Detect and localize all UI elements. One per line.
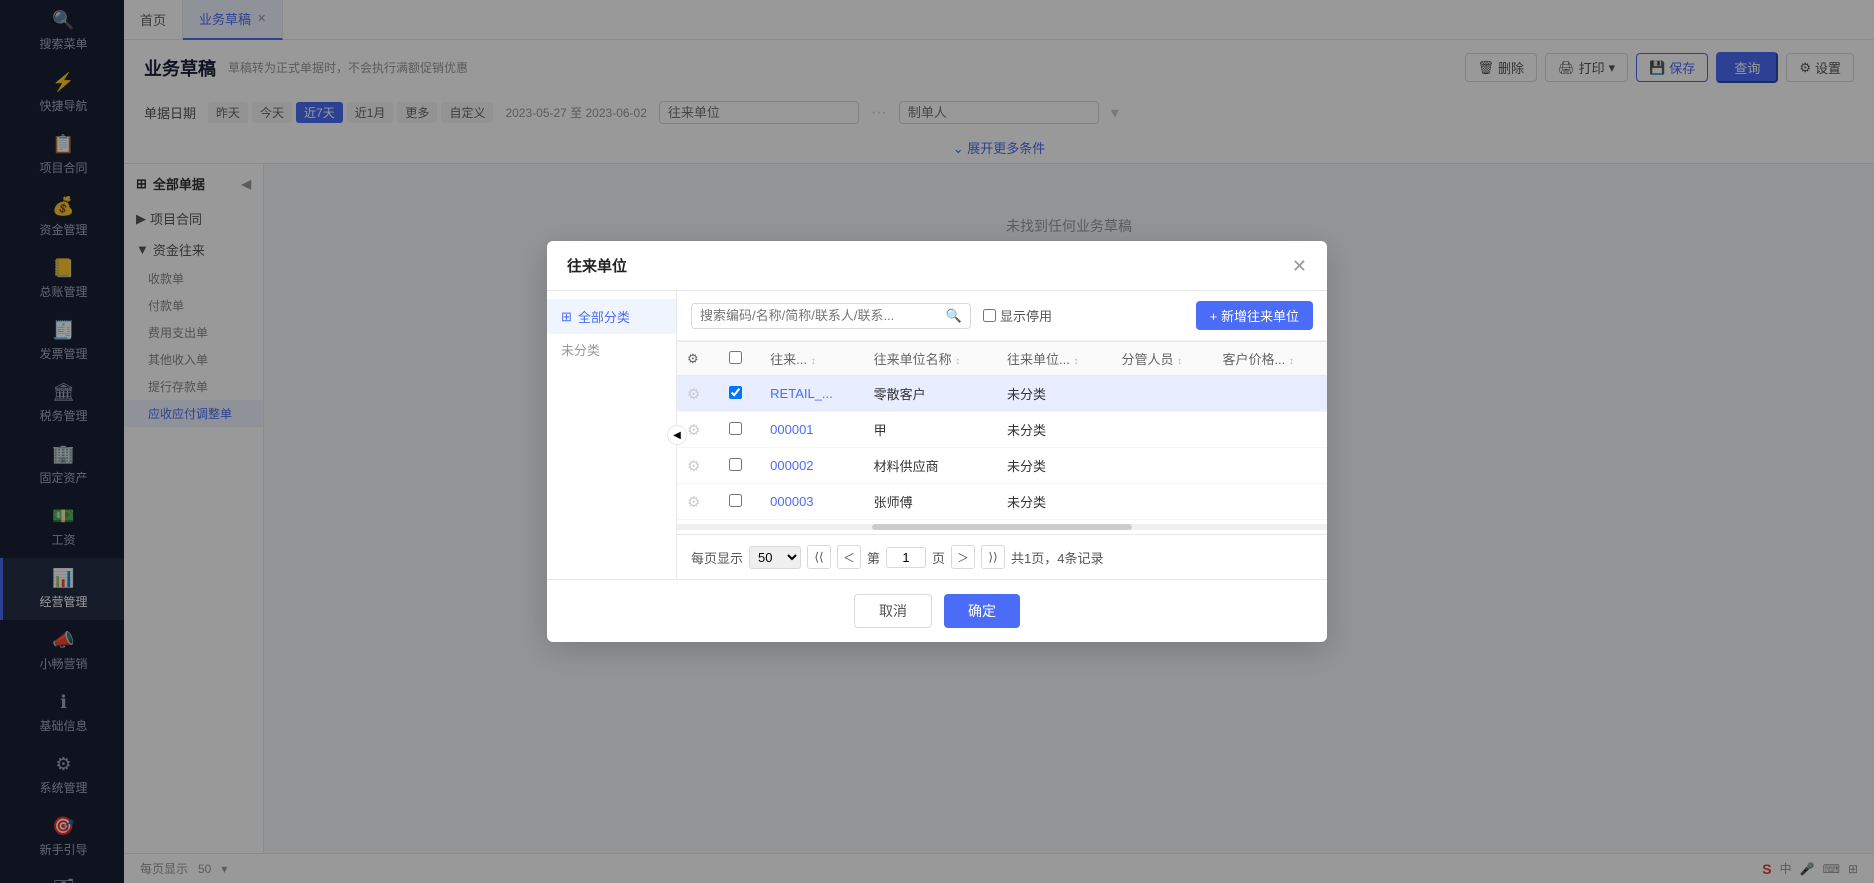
row-check-cell[interactable] bbox=[719, 484, 760, 520]
sort-icon-price: ↕ bbox=[1289, 356, 1294, 367]
modal-close-button[interactable]: ✕ bbox=[1292, 257, 1307, 275]
row-code-cell: 000002 bbox=[760, 448, 863, 484]
modal-title: 往来单位 bbox=[567, 255, 627, 276]
row-settings-cell: ⚙ bbox=[677, 448, 719, 484]
row-check-cell[interactable] bbox=[719, 412, 760, 448]
collapse-modal-sidebar-btn[interactable]: ◀ bbox=[667, 425, 687, 445]
modal-search-wrapper: 🔍 bbox=[691, 303, 971, 329]
modal-body: ⊞ 全部分类 未分类 ◀ 🔍 bbox=[547, 291, 1327, 579]
sort-icon-category: ↕ bbox=[1074, 356, 1079, 367]
row-price-cell bbox=[1212, 412, 1327, 448]
row-checkbox[interactable] bbox=[729, 386, 742, 399]
modal-pagination: 每页显示 50 100 200 ⟨⟨ ＜ 第 页 ＞ ⟩⟩ 共1页，4条记录 bbox=[677, 534, 1327, 579]
modal-header: 往来单位 ✕ bbox=[547, 241, 1327, 291]
col-name[interactable]: 往来单位名称 ↕ bbox=[864, 342, 997, 376]
cancel-button[interactable]: 取消 bbox=[854, 594, 932, 628]
col-category[interactable]: 往来单位... ↕ bbox=[997, 342, 1111, 376]
modal-content-area: 🔍 显示停用 + 新增往来单位 ⚙ bbox=[677, 291, 1327, 579]
row-name-cell: 材料供应商 bbox=[864, 448, 997, 484]
add-partner-button[interactable]: + 新增往来单位 bbox=[1196, 301, 1313, 330]
page-number-input[interactable] bbox=[886, 547, 926, 568]
first-page-btn[interactable]: ⟨⟨ bbox=[807, 545, 831, 569]
prev-page-btn[interactable]: ＜ bbox=[837, 545, 861, 569]
next-page-btn[interactable]: ＞ bbox=[951, 545, 975, 569]
confirm-button[interactable]: 确定 bbox=[944, 594, 1020, 628]
modal-search-icon: 🔍 bbox=[946, 308, 962, 324]
per-page-select[interactable]: 50 100 200 bbox=[749, 546, 801, 569]
show-disabled-checkbox[interactable]: 显示停用 bbox=[983, 306, 1052, 325]
row-name-cell: 甲 bbox=[864, 412, 997, 448]
scrollbar-thumb[interactable] bbox=[872, 524, 1132, 530]
horizontal-scrollbar[interactable] bbox=[677, 524, 1327, 530]
col-price[interactable]: 客户价格... ↕ bbox=[1212, 342, 1327, 376]
total-info: 共1页，4条记录 bbox=[1011, 548, 1103, 567]
row-category-cell: 未分类 bbox=[997, 412, 1111, 448]
row-settings-cell: ⚙ bbox=[677, 376, 719, 412]
modal-category-sidebar: ⊞ 全部分类 未分类 bbox=[547, 291, 677, 579]
sort-icon-code: ↕ bbox=[811, 356, 816, 367]
row-checkbox[interactable] bbox=[729, 422, 742, 435]
table-row[interactable]: ⚙ 000001 甲 未分类 bbox=[677, 412, 1327, 448]
modal-table-wrapper: ⚙ 往来... ↕ 往来单位名称 ↕ bbox=[677, 341, 1327, 534]
modal-footer: 取消 确定 bbox=[547, 579, 1327, 642]
select-all-checkbox[interactable] bbox=[729, 351, 742, 364]
row-settings-cell: ⚙ bbox=[677, 484, 719, 520]
modal-search-row: 🔍 显示停用 + 新增往来单位 bbox=[677, 291, 1327, 341]
row-price-cell bbox=[1212, 376, 1327, 412]
row-name-cell: 张师傅 bbox=[864, 484, 997, 520]
row-code-cell: 000001 bbox=[760, 412, 863, 448]
grid-icon-small: ⊞ bbox=[561, 309, 572, 325]
row-price-cell bbox=[1212, 484, 1327, 520]
modal-partner-table: ⚙ 往来... ↕ 往来单位名称 ↕ bbox=[677, 341, 1327, 520]
modal-backdrop: 往来单位 ✕ ⊞ 全部分类 未分类 ◀ bbox=[0, 0, 1874, 883]
last-page-btn[interactable]: ⟩⟩ bbox=[981, 545, 1005, 569]
table-row[interactable]: ⚙ 000002 材料供应商 未分类 bbox=[677, 448, 1327, 484]
row-code-cell: RETAIL_... bbox=[760, 376, 863, 412]
row-manager-cell bbox=[1112, 412, 1213, 448]
col-check[interactable] bbox=[719, 342, 760, 376]
col-settings[interactable]: ⚙ bbox=[677, 342, 719, 376]
row-category-cell: 未分类 bbox=[997, 376, 1111, 412]
row-code-cell: 000003 bbox=[760, 484, 863, 520]
show-disabled-check[interactable] bbox=[983, 309, 996, 322]
settings-col-icon: ⚙ bbox=[687, 351, 699, 366]
row-manager-cell bbox=[1112, 376, 1213, 412]
table-row[interactable]: ⚙ RETAIL_... 零散客户 未分类 bbox=[677, 376, 1327, 412]
modal-sidebar-unclassified: 未分类 bbox=[547, 334, 676, 365]
row-checkbox[interactable] bbox=[729, 494, 742, 507]
row-check-cell[interactable] bbox=[719, 376, 760, 412]
row-price-cell bbox=[1212, 448, 1327, 484]
partner-modal: 往来单位 ✕ ⊞ 全部分类 未分类 ◀ bbox=[547, 241, 1327, 642]
row-checkbox[interactable] bbox=[729, 458, 742, 471]
modal-search-input[interactable] bbox=[700, 308, 940, 323]
row-check-cell[interactable] bbox=[719, 448, 760, 484]
modal-sidebar-all[interactable]: ⊞ 全部分类 bbox=[547, 299, 676, 334]
sort-icon-name: ↕ bbox=[955, 356, 960, 367]
row-manager-cell bbox=[1112, 484, 1213, 520]
col-code[interactable]: 往来... ↕ bbox=[760, 342, 863, 376]
row-category-cell: 未分类 bbox=[997, 448, 1111, 484]
table-row[interactable]: ⚙ 000003 张师傅 未分类 bbox=[677, 484, 1327, 520]
sort-icon-manager: ↕ bbox=[1177, 356, 1182, 367]
row-manager-cell bbox=[1112, 448, 1213, 484]
row-category-cell: 未分类 bbox=[997, 484, 1111, 520]
col-manager[interactable]: 分管人员 ↕ bbox=[1112, 342, 1213, 376]
row-name-cell: 零散客户 bbox=[864, 376, 997, 412]
